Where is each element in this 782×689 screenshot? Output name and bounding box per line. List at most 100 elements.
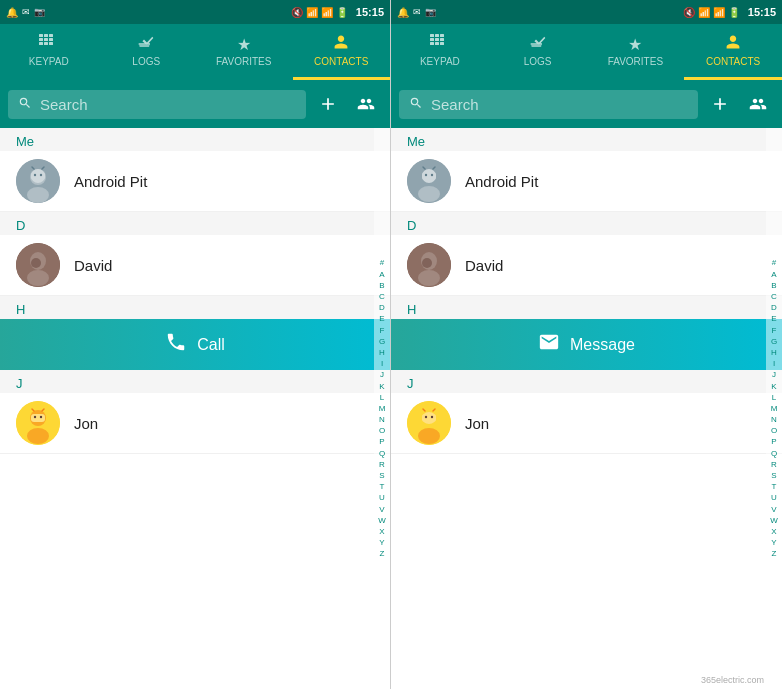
action-bar-message-right[interactable]: Message <box>391 319 782 370</box>
contact-jon-right[interactable]: Jon <box>391 393 782 454</box>
tab-logs-right[interactable]: Logs <box>489 24 587 80</box>
alpha-hash-left[interactable]: # <box>380 257 384 268</box>
tab-favorites-right[interactable]: ★ Favorites <box>587 24 685 80</box>
svg-point-58 <box>418 428 440 444</box>
contacts-icon-left <box>332 34 350 54</box>
tab-contacts-left[interactable]: Contacts <box>293 24 391 80</box>
svg-rect-32 <box>440 34 444 37</box>
logs-icon-left <box>136 34 156 54</box>
alpha-o-right[interactable]: O <box>771 425 777 436</box>
alpha-i-right[interactable]: I <box>773 358 775 369</box>
alpha-g-left[interactable]: G <box>379 336 385 347</box>
contacts-group-button-right[interactable] <box>742 88 774 120</box>
alpha-q-right[interactable]: Q <box>771 448 777 459</box>
alpha-s-left[interactable]: S <box>379 470 384 481</box>
tab-logs-left[interactable]: Logs <box>98 24 196 80</box>
svg-rect-41 <box>422 172 436 180</box>
alpha-hash-right[interactable]: # <box>772 257 776 268</box>
alpha-o-left[interactable]: O <box>379 425 385 436</box>
svg-rect-4 <box>44 38 48 41</box>
section-header-d-right: D <box>391 212 782 235</box>
svg-point-53 <box>422 412 436 424</box>
alpha-h-left[interactable]: H <box>379 347 385 358</box>
alpha-k-left[interactable]: K <box>379 381 384 392</box>
add-contact-button-right[interactable] <box>704 88 736 120</box>
section-header-me-left: Me <box>0 128 390 151</box>
contacts-group-button-left[interactable] <box>350 88 382 120</box>
avatar-jon-left <box>16 401 60 445</box>
alpha-a-left[interactable]: A <box>379 269 384 280</box>
alpha-b-right[interactable]: B <box>771 280 776 291</box>
alpha-z-right[interactable]: Z <box>772 548 777 559</box>
contact-david-right[interactable]: David <box>391 235 782 296</box>
alpha-x-right[interactable]: X <box>771 526 776 537</box>
search-bar-right <box>391 80 782 128</box>
alpha-d-left[interactable]: D <box>379 302 385 313</box>
search-input-left[interactable] <box>40 96 296 113</box>
alpha-t-right[interactable]: T <box>772 481 777 492</box>
alpha-c-right[interactable]: C <box>771 291 777 302</box>
alpha-g-right[interactable]: G <box>771 336 777 347</box>
contacts-icon-right <box>724 34 742 54</box>
alpha-v-right[interactable]: V <box>771 504 776 515</box>
contact-android-pit-left[interactable]: Android Pit <box>0 151 390 212</box>
alpha-l-left[interactable]: L <box>380 392 384 403</box>
contact-jon-left[interactable]: Jon <box>0 393 390 454</box>
svg-rect-2 <box>49 34 53 37</box>
alpha-k-right[interactable]: K <box>771 381 776 392</box>
wifi-icon-right: 📶 <box>698 7 710 18</box>
add-contact-button-left[interactable] <box>312 88 344 120</box>
alpha-f-right[interactable]: F <box>772 325 777 336</box>
alpha-r-right[interactable]: R <box>771 459 777 470</box>
signal-icon: 📶 <box>321 7 333 18</box>
tab-logs-label-right: Logs <box>524 56 552 67</box>
alpha-x-left[interactable]: X <box>379 526 384 537</box>
alpha-m-right[interactable]: M <box>771 403 778 414</box>
alpha-e-left[interactable]: E <box>379 313 384 324</box>
alpha-t-left[interactable]: T <box>380 481 385 492</box>
action-bar-call-left[interactable]: Call <box>0 319 390 370</box>
svg-rect-31 <box>435 34 439 37</box>
alpha-w-left[interactable]: W <box>378 515 386 526</box>
alpha-index-left: # A B C D E F G H I J K L M N O P Q R S <box>374 128 390 689</box>
contact-android-pit-right[interactable]: Android Pit <box>391 151 782 212</box>
svg-rect-38 <box>440 42 444 45</box>
alpha-b-left[interactable]: B <box>379 280 384 291</box>
alpha-w-right[interactable]: W <box>770 515 778 526</box>
keypad-icon-left <box>39 34 59 54</box>
contact-david-left[interactable]: David <box>0 235 390 296</box>
alpha-u-left[interactable]: U <box>379 492 385 503</box>
alpha-n-right[interactable]: N <box>771 414 777 425</box>
alpha-r-left[interactable]: R <box>379 459 385 470</box>
search-input-right[interactable] <box>431 96 688 113</box>
alpha-m-left[interactable]: M <box>379 403 386 414</box>
alpha-e-right[interactable]: E <box>771 313 776 324</box>
tab-keypad-left[interactable]: Keypad <box>0 24 98 80</box>
alpha-i-left[interactable]: I <box>381 358 383 369</box>
alpha-y-right[interactable]: Y <box>771 537 776 548</box>
alpha-q-left[interactable]: Q <box>379 448 385 459</box>
alpha-z-left[interactable]: Z <box>380 548 385 559</box>
alpha-n-left[interactable]: N <box>379 414 385 425</box>
alpha-v-left[interactable]: V <box>379 504 384 515</box>
alpha-l-right[interactable]: L <box>772 392 776 403</box>
alpha-j-right[interactable]: J <box>772 369 776 380</box>
alpha-j-left[interactable]: J <box>380 369 384 380</box>
alpha-f-left[interactable]: F <box>380 325 385 336</box>
alpha-c-left[interactable]: C <box>379 291 385 302</box>
alpha-d-right[interactable]: D <box>771 302 777 313</box>
alpha-h-right[interactable]: H <box>771 347 777 358</box>
alpha-p-right[interactable]: P <box>771 436 776 447</box>
tab-keypad-right[interactable]: Keypad <box>391 24 489 80</box>
alpha-u-right[interactable]: U <box>771 492 777 503</box>
tab-favorites-left[interactable]: ★ Favorites <box>195 24 293 80</box>
alpha-y-left[interactable]: Y <box>379 537 384 548</box>
alpha-a-right[interactable]: A <box>771 269 776 280</box>
svg-rect-13 <box>31 172 45 180</box>
alpha-p-left[interactable]: P <box>379 436 384 447</box>
alpha-s-right[interactable]: S <box>771 470 776 481</box>
notification-icon: 🔔 <box>6 7 18 18</box>
signal-icon-right: 📶 <box>713 7 725 18</box>
tab-contacts-right[interactable]: Contacts <box>684 24 782 80</box>
svg-point-29 <box>40 416 42 418</box>
